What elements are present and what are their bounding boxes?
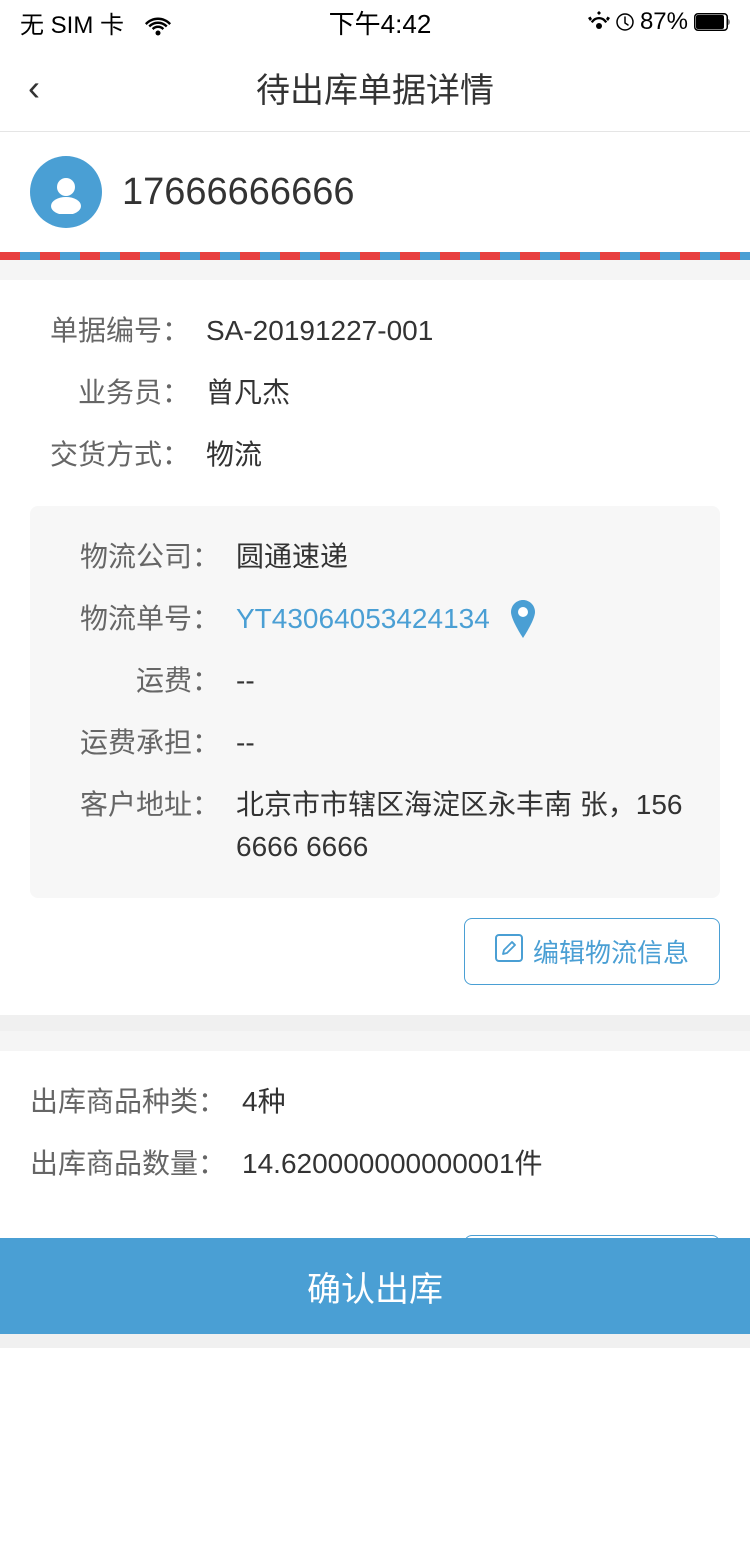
section-divider-2 [0,1332,750,1348]
status-left: 无 SIM 卡 [20,5,172,40]
bottom-space [0,1348,750,1568]
product-qty-label: 出库商品数量： [30,1143,226,1185]
product-types-label: 出库商品种类： [30,1081,226,1123]
logistics-box: 物流公司： 圆通速递 物流单号： YT43064053424134 运费： --… [30,506,720,898]
logistics-company-label: 物流公司： [60,536,220,578]
status-bar: 无 SIM 卡 下午4:42 87% [0,0,750,44]
back-button[interactable]: ‹ [28,67,40,109]
logistics-wrapper: 物流公司： 圆通速递 物流单号： YT43064053424134 运费： --… [0,506,750,898]
confirm-btn-wrapper[interactable]: 确认出库 [0,1238,750,1334]
freight-label: 运费： [60,660,220,702]
freight-bearer-row: 运费承担： -- [60,722,690,764]
tracking-label: 物流单号： [60,598,220,640]
product-types-row: 出库商品种类： 4种 [30,1081,720,1123]
doc-number-label: 单据编号： [30,310,190,352]
address-value: 北京市市辖区海淀区永丰南 张，156 6666 6666 [236,784,690,868]
location-icon[interactable] [504,600,542,638]
basic-info-section: 单据编号： SA-20191227-001 业务员： 曾凡杰 交货方式： 物流 [0,280,750,506]
logistics-company-value: 圆通速递 [236,536,690,578]
product-types-value: 4种 [242,1081,720,1123]
doc-number-row: 单据编号： SA-20191227-001 [30,310,720,352]
freight-bearer-value: -- [236,722,690,764]
user-phone: 17666666666 [122,171,354,214]
freight-bearer-label: 运费承担： [60,722,220,764]
section-divider-1 [0,1015,750,1031]
avatar [30,156,102,228]
address-label: 客户地址： [60,784,220,826]
delivery-value: 物流 [206,434,720,476]
edit-logistics-section: 编辑物流信息 [0,898,750,1015]
status-right: 87% [588,8,730,36]
edit-logistics-button[interactable]: 编辑物流信息 [464,918,720,985]
edit-icon [495,934,523,969]
doc-number-value: SA-20191227-001 [206,310,720,352]
freight-row: 运费： -- [60,660,690,702]
edit-logistics-label: 编辑物流信息 [533,933,689,970]
user-section: 17666666666 [0,132,750,252]
tracking-value: YT43064053424134 [236,598,690,640]
battery-percent: 87% [640,8,688,36]
salesman-row: 业务员： 曾凡杰 [30,372,720,414]
delivery-row: 交货方式： 物流 [30,434,720,476]
address-row: 客户地址： 北京市市辖区海淀区永丰南 张，156 6666 6666 [60,784,690,868]
delivery-label: 交货方式： [30,434,190,476]
freight-value: -- [236,660,690,702]
product-qty-row: 出库商品数量： 14.620000000000001件 [30,1143,720,1185]
page-title: 待出库单据详情 [256,63,494,112]
sim-wifi-status: 无 SIM 卡 [20,5,172,40]
logistics-company-row: 物流公司： 圆通速递 [60,536,690,578]
tracking-row: 物流单号： YT43064053424134 [60,598,690,640]
stock-info-section: 出库商品种类： 4种 出库商品数量： 14.620000000000001件 [0,1051,750,1215]
nav-bar: ‹ 待出库单据详情 [0,44,750,132]
salesman-value: 曾凡杰 [206,372,720,414]
dashed-divider [0,252,750,260]
salesman-label: 业务员： [30,372,190,414]
confirm-btn-label: 确认出库 [307,1262,443,1311]
product-qty-value: 14.620000000000001件 [242,1143,720,1185]
status-time: 下午4:42 [329,4,432,41]
